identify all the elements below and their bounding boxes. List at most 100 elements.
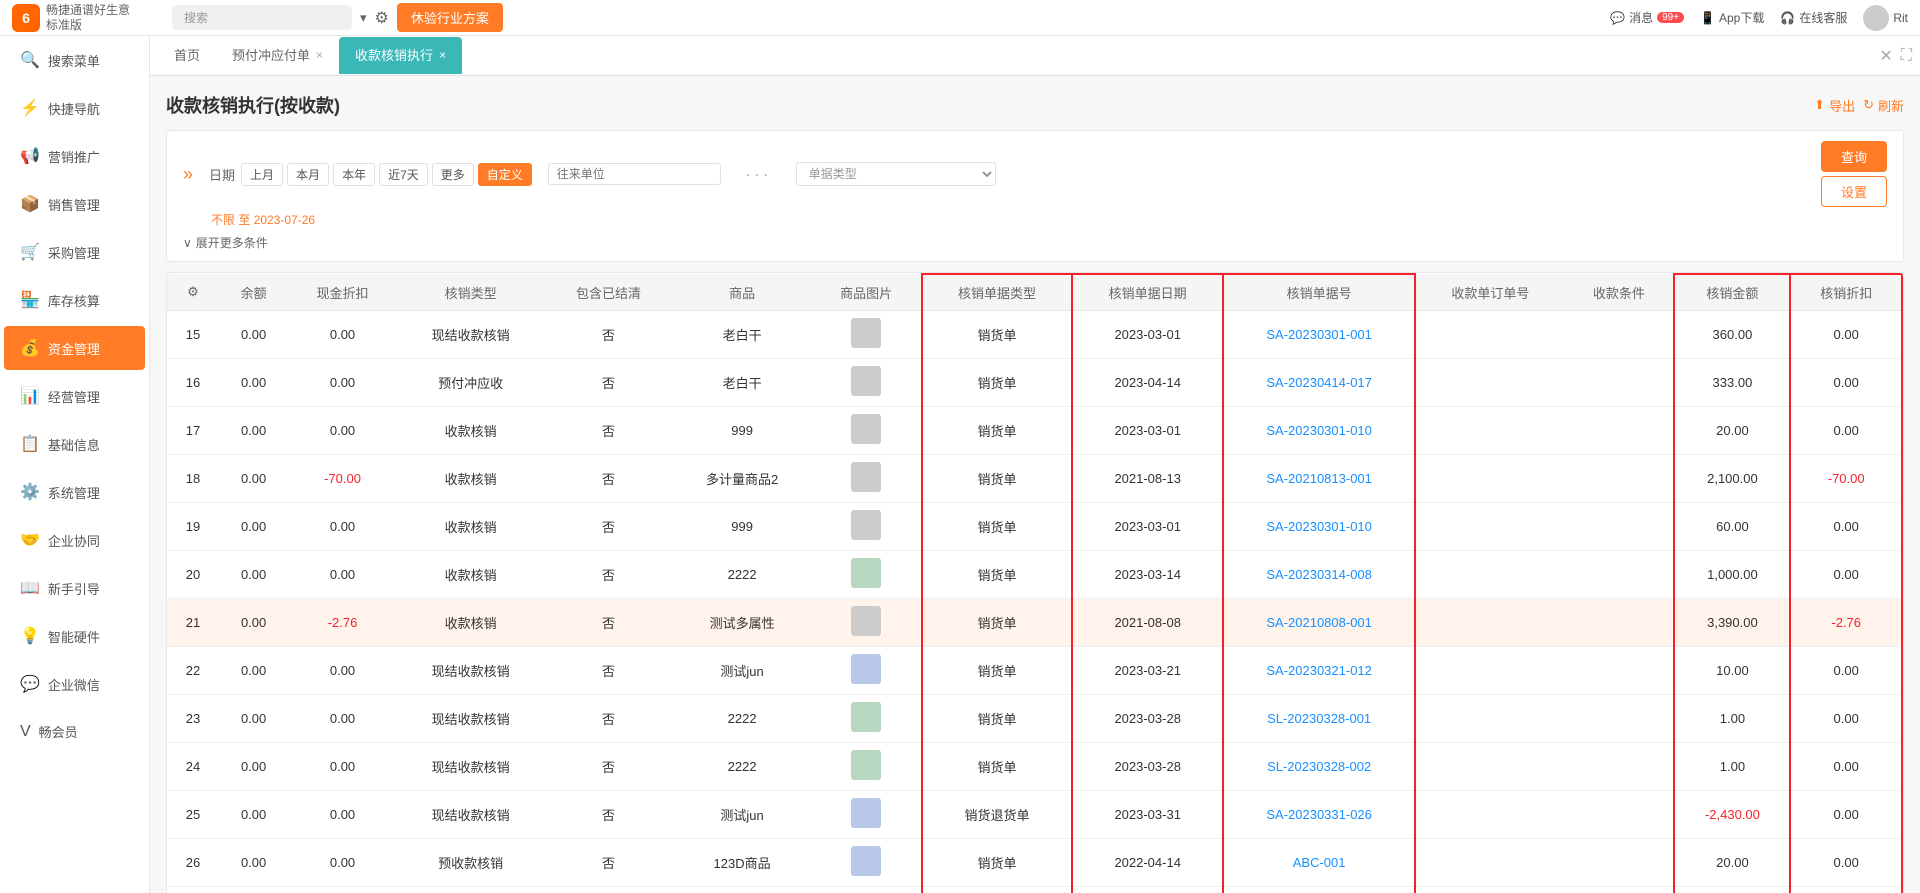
service-btn[interactable]: 🎧 在线客服 [1780, 9, 1847, 26]
cell-verify-type: 预付冲应收 [397, 359, 545, 407]
doc-no-link[interactable]: SA-20230301-010 [1266, 519, 1372, 534]
date-btn-more[interactable]: 更多 [432, 163, 474, 186]
export-icon: ⬆ [1814, 97, 1825, 113]
cell-goods-img [812, 791, 922, 839]
avatar [1863, 5, 1889, 31]
cell-balance: 0.00 [219, 599, 288, 647]
sidebar-item-base[interactable]: 📋 基础信息 [4, 422, 145, 466]
close-all-icon[interactable]: ✕ [1879, 46, 1892, 66]
sidebar-item-collab[interactable]: 🤝 企业协同 [4, 518, 145, 562]
doc-no-link[interactable]: SA-20230331-026 [1266, 807, 1372, 822]
sidebar-item-shortcut[interactable]: ⚡ 快捷导航 [4, 86, 145, 130]
cell-balance: 0.00 [219, 695, 288, 743]
table-row: 15 0.00 0.00 现结收款核销 否 老白干 销货单 2023-03-01… [167, 311, 1902, 359]
setting-btn[interactable]: 设置 [1821, 176, 1887, 207]
cell-receipt-order-no [1415, 407, 1564, 455]
date-btn-last-month[interactable]: 上月 [241, 163, 283, 186]
cell-goods-img [812, 695, 922, 743]
cell-verify-amount: 1.00 [1674, 695, 1790, 743]
doc-no-link[interactable]: SA-20210813-001 [1266, 471, 1372, 486]
date-btn-this-month[interactable]: 本月 [287, 163, 329, 186]
cell-verify-discount: 0.00 [1790, 695, 1902, 743]
sidebar-item-finance[interactable]: 💰 资金管理 [4, 326, 145, 370]
doc-no-link[interactable]: SA-20230321-012 [1266, 663, 1372, 678]
doc-no-link[interactable]: ABC-001 [1293, 855, 1346, 870]
tab-prepay-close[interactable]: × [316, 48, 323, 62]
cell-cash-discount: 0.00 [288, 311, 397, 359]
sales-icon: 📦 [20, 194, 40, 214]
sidebar-item-hardware[interactable]: 💡 智能硬件 [4, 614, 145, 658]
sidebar-item-search[interactable]: 🔍 搜索菜单 [4, 38, 145, 82]
cell-goods: 2222 [673, 695, 812, 743]
sidebar-item-business[interactable]: 📊 经营管理 [4, 374, 145, 418]
doc-no-link[interactable]: SA-20230301-001 [1266, 327, 1372, 342]
message-btn[interactable]: 💬 消息 99+ [1610, 9, 1684, 26]
shortcut-icon: ⚡ [20, 98, 40, 118]
cell-verify-doc-no: SA-20210808-001 [1223, 599, 1415, 647]
cell-verify-doc-date: 2023-03-01 [1072, 407, 1223, 455]
page-title: 收款核销执行(按收款) [166, 92, 340, 118]
doctype-select[interactable]: 单据类型 [796, 162, 996, 186]
dropdown-icon[interactable]: ▾ [360, 10, 367, 26]
sidebar-label: 销售管理 [48, 195, 100, 214]
topbar-search[interactable]: 搜索 [172, 5, 352, 30]
sidebar-label: 畅会员 [39, 722, 78, 741]
date-btn-custom[interactable]: 自定义 [478, 163, 532, 186]
cell-verify-doc-date: 2023-03-01 [1072, 503, 1223, 551]
cell-include-settled: 否 [544, 359, 672, 407]
sidebar-item-member[interactable]: V 畅会员 [4, 710, 145, 753]
export-btn[interactable]: ⬆ 导出 [1814, 96, 1855, 115]
doc-no-link[interactable]: SA-20230414-017 [1266, 375, 1372, 390]
sidebar-item-marketing[interactable]: 📢 营销推广 [4, 134, 145, 178]
expand-icon[interactable]: ⛶ [1901, 47, 1912, 65]
table-row: 17 0.00 0.00 收款核销 否 999 销货单 2023-03-01 S… [167, 407, 1902, 455]
refresh-btn[interactable]: ↻ 刷新 [1863, 96, 1904, 115]
cell-balance: 0.00 [219, 311, 288, 359]
cell-verify-doc-type: 销货单 [922, 359, 1073, 407]
cell-goods-img [812, 647, 922, 695]
query-btn[interactable]: 查询 [1821, 141, 1887, 172]
sidebar-item-wechat[interactable]: 💬 企业微信 [4, 662, 145, 706]
date-btn-7days[interactable]: 近7天 [379, 163, 428, 186]
gear-icon[interactable]: ⚙ [375, 8, 389, 28]
tab-home[interactable]: 首页 [158, 37, 216, 74]
table-body: 15 0.00 0.00 现结收款核销 否 老白干 销货单 2023-03-01… [167, 311, 1902, 893]
sidebar-item-system[interactable]: ⚙️ 系统管理 [4, 470, 145, 514]
tab-prepay[interactable]: 预付冲应付单 × [216, 37, 339, 74]
doc-no-link[interactable]: SA-20210808-001 [1266, 615, 1372, 630]
partner-input[interactable] [548, 163, 721, 185]
cell-receipt-condition [1564, 407, 1674, 455]
cell-goods: 老白干 [673, 311, 812, 359]
cell-goods-img [812, 599, 922, 647]
sidebar-item-purchase[interactable]: 🛒 采购管理 [4, 230, 145, 274]
tab-verify-close[interactable]: × [439, 48, 446, 62]
goods-thumbnail [851, 702, 881, 732]
col-gear[interactable]: ⚙ [167, 274, 219, 311]
cell-balance: 0.00 [219, 887, 288, 893]
expand-arrow[interactable]: » [183, 164, 193, 185]
cell-verify-amount: 360.00 [1674, 311, 1790, 359]
user-menu[interactable]: Rit [1863, 5, 1908, 31]
doc-no-link[interactable]: SL-20230328-002 [1267, 759, 1371, 774]
tab-verify[interactable]: 收款核销执行 × [339, 37, 462, 74]
doc-no-link[interactable]: SL-20230328-001 [1267, 711, 1371, 726]
cell-receipt-order-no [1415, 647, 1564, 695]
filter-bar: » 日期 上月 本月 本年 近7天 更多 自定义 [166, 130, 1904, 262]
cell-verify-doc-type: 销货退货单 [922, 791, 1073, 839]
tabbar-actions: ✕ ⛶ [1879, 46, 1912, 66]
industry-btn[interactable]: 休验行业方案 [397, 3, 503, 32]
cell-verify-doc-type: 销货单 [922, 311, 1073, 359]
cell-no: 18 [167, 455, 219, 503]
purchase-icon: 🛒 [20, 242, 40, 262]
sidebar-item-sales[interactable]: 📦 销售管理 [4, 182, 145, 226]
cell-goods: 测试jun [673, 791, 812, 839]
sidebar-item-inventory[interactable]: 🏪 库存核算 [4, 278, 145, 322]
app-download-btn[interactable]: 📱 App下载 [1700, 9, 1764, 26]
chevron-down-icon: ∨ [183, 236, 192, 250]
date-btn-this-year[interactable]: 本年 [333, 163, 375, 186]
doc-no-link[interactable]: SA-20230314-008 [1266, 567, 1372, 582]
cell-verify-doc-date: 2022-04-14 [1072, 839, 1223, 887]
expand-more-btn[interactable]: ∨ 展开更多条件 [183, 234, 1887, 251]
sidebar-item-guide[interactable]: 📖 新手引导 [4, 566, 145, 610]
doc-no-link[interactable]: SA-20230301-010 [1266, 423, 1372, 438]
